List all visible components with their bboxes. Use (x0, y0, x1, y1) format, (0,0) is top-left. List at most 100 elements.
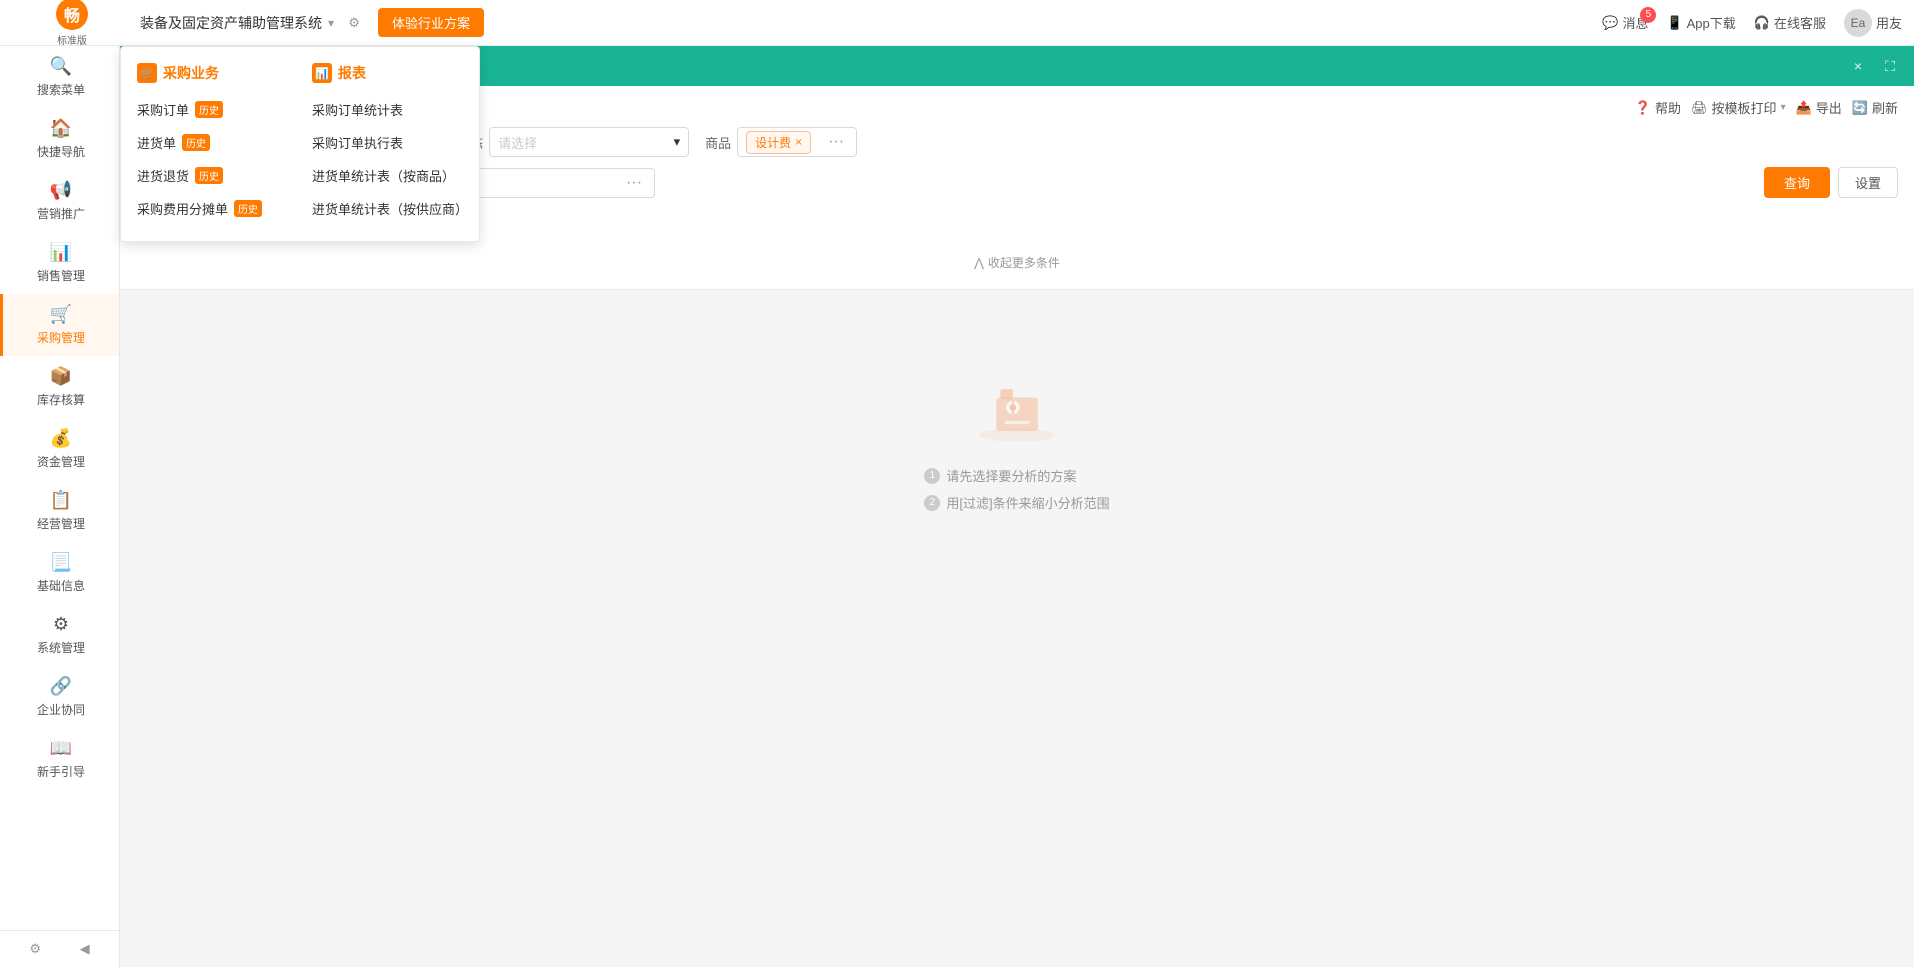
purchase-order-history-badge: 历史 (195, 101, 223, 118)
message-btn[interactable]: 💬 消息 5 (1602, 13, 1648, 32)
empty-state: 1 请先选择要分析的方案 2 用[过滤]条件来缩小分析范围 (120, 290, 1914, 592)
refresh-icon: 🔄 (1852, 100, 1868, 116)
export-btn[interactable]: 📤 导出 (1796, 98, 1842, 117)
sidebar-item-enterprise[interactable]: 🔗 企业协同 (0, 666, 119, 728)
salesperson-select[interactable]: ··· (455, 168, 655, 198)
empty-hints: 1 请先选择要分析的方案 2 用[过滤]条件来缩小分析范围 (924, 466, 1109, 512)
report-icon: 📊 (312, 63, 332, 83)
sidebar-footer-settings-icon[interactable]: ⚙ (29, 941, 41, 957)
sidebar-item-sales[interactable]: 📊 销售管理 (0, 232, 119, 294)
purchase-inbound-history-badge: 历史 (182, 134, 210, 151)
sidebar-item-quick-nav[interactable]: 🏠 快捷导航 (0, 108, 119, 170)
purchase-expense-item[interactable]: 采购费用分摊单 历史 (137, 192, 288, 225)
goods-tag: 设计费 × (746, 131, 811, 154)
tab-bar-actions: × ⛶ (1846, 54, 1914, 78)
system-name-arrow-icon[interactable]: ▾ (328, 16, 334, 30)
operations-icon: 📋 (50, 490, 72, 511)
sidebar-item-basic-info-label: 基础信息 (37, 577, 85, 594)
collapse-btn[interactable]: ⋀ 收起更多条件 (136, 248, 1898, 277)
goods-select[interactable]: 设计费 × ··· (737, 127, 857, 157)
industry-btn[interactable]: 体验行业方案 (378, 8, 484, 37)
logo-subtext: 标准版 (57, 32, 87, 47)
purchase-expense-history-badge: 历史 (234, 200, 262, 217)
sidebar-item-operations[interactable]: 📋 经营管理 (0, 480, 119, 542)
report-purchase-order-exec-item[interactable]: 采购订单执行表 (312, 126, 463, 159)
sidebar-item-inventory[interactable]: 📦 库存核算 (0, 356, 119, 418)
purchase-inbound-item[interactable]: 进货单 历史 (137, 126, 288, 159)
sidebar: 🔍 搜索菜单 🏠 快捷导航 📢 营销推广 📊 销售管理 🛒 采购管理 📦 库存核… (0, 46, 120, 967)
print-btn[interactable]: 🖨 按模板打印 ▾ (1691, 98, 1786, 117)
sidebar-item-purchase[interactable]: 🛒 采购管理 (0, 294, 119, 356)
system-icon: ⚙ (53, 614, 69, 635)
sidebar-item-enterprise-label: 企业协同 (37, 701, 85, 718)
toolbar-actions: ❓ 帮助 🖨 按模板打印 ▾ 📤 导出 🔄 (1635, 98, 1898, 117)
sidebar-item-finance[interactable]: 💰 资金管理 (0, 418, 119, 480)
collapse-up-icon: ⋀ (974, 256, 984, 270)
refresh-btn[interactable]: 🔄 刷新 (1852, 98, 1898, 117)
report-inbound-by-goods-item[interactable]: 进货单统计表（按商品） (312, 159, 463, 192)
doc-status-select[interactable]: 请选择 ▾ (489, 127, 689, 157)
goods-label: 商品 (705, 133, 731, 152)
report-header: 📊 报表 (312, 63, 463, 83)
logo-area: 畅 标准版 (12, 0, 132, 47)
sidebar-item-marketing-label: 营销推广 (37, 205, 85, 222)
empty-illustration (967, 370, 1067, 450)
tab-fullscreen-btn[interactable]: ⛶ (1878, 54, 1902, 78)
app-download-btn[interactable]: 📱 App下载 (1666, 13, 1735, 32)
finance-icon: 💰 (50, 428, 72, 449)
message-icon: 💬 (1602, 15, 1618, 31)
purchase-return-item[interactable]: 进货退货 历史 (137, 159, 288, 192)
basic-info-icon: 📃 (50, 552, 72, 573)
headset-icon: 🎧 (1754, 15, 1770, 31)
top-header: 畅 标准版 装备及固定资产辅助管理系统 ▾ ⚙ 体验行业方案 💬 消息 5 📱 … (0, 0, 1914, 46)
online-service-btn[interactable]: 🎧 在线客服 (1754, 13, 1826, 32)
sidebar-item-finance-label: 资金管理 (37, 453, 85, 470)
purchase-icon: 🛒 (50, 304, 72, 325)
report-purchase-order-stat-item[interactable]: 采购订单统计表 (312, 93, 463, 126)
filter-collapse-row: ⋀ 收起更多条件 (136, 248, 1898, 277)
hint-num-1: 1 (924, 468, 940, 484)
settings-button[interactable]: 设置 (1838, 167, 1898, 198)
header-gear-icon[interactable]: ⚙ (342, 11, 366, 35)
sidebar-item-marketing[interactable]: 📢 营销推广 (0, 170, 119, 232)
user-profile-btn[interactable]: Ea 用友 (1844, 9, 1902, 37)
system-name-text: 装备及固定资产辅助管理系统 (140, 13, 322, 33)
salesperson-more-icon[interactable]: ··· (622, 174, 646, 192)
sidebar-item-basic-info[interactable]: 📃 基础信息 (0, 542, 119, 604)
sidebar-item-inventory-label: 库存核算 (37, 391, 85, 408)
help-btn[interactable]: ❓ 帮助 (1635, 98, 1681, 117)
sidebar-item-search[interactable]: 🔍 搜索菜单 (0, 46, 119, 108)
query-button[interactable]: 查询 (1764, 167, 1830, 198)
report-column: 📊 报表 采购订单统计表 采购订单执行表 进货单统计表（按商品） 进货单统计表（… (312, 63, 463, 225)
sidebar-item-system-label: 系统管理 (37, 639, 85, 656)
sidebar-item-operations-label: 经营管理 (37, 515, 85, 532)
sidebar-footer: ⚙ ◀ (0, 930, 119, 967)
sidebar-item-search-label: 搜索菜单 (37, 81, 85, 98)
search-icon: 🔍 (50, 56, 72, 77)
empty-hint-2: 2 用[过滤]条件来缩小分析范围 (924, 493, 1109, 512)
sidebar-item-quick-nav-label: 快捷导航 (37, 143, 85, 160)
goods-tag-close-icon[interactable]: × (795, 135, 802, 149)
goods-filter-item: 商品 设计费 × ··· (705, 127, 857, 157)
goods-more-icon[interactable]: ··· (824, 133, 848, 151)
purchase-dropdown-menu: 🛒 采购业务 采购订单 历史 进货单 历史 进货退货 历史 采购费用分摊单 历史… (120, 46, 480, 242)
enterprise-icon: 🔗 (50, 676, 72, 697)
hint-num-2: 2 (924, 495, 940, 511)
system-name-area: 装备及固定资产辅助管理系统 ▾ (140, 13, 334, 33)
tab-close-all-btn[interactable]: × (1846, 54, 1870, 78)
sidebar-item-guide[interactable]: 📖 新手引导 (0, 728, 119, 790)
inventory-icon: 📦 (50, 366, 72, 387)
avatar: Ea (1844, 9, 1872, 37)
print-dropdown-icon[interactable]: ▾ (1781, 102, 1786, 113)
report-inbound-by-supplier-item[interactable]: 进货单统计表（按供应商） (312, 192, 463, 225)
sidebar-item-system[interactable]: ⚙ 系统管理 (0, 604, 119, 666)
sidebar-item-purchase-label: 采购管理 (37, 329, 85, 346)
purchase-order-item[interactable]: 采购订单 历史 (137, 93, 288, 126)
home-icon: 🏠 (50, 118, 72, 139)
help-icon: ❓ (1635, 100, 1651, 116)
logo-icon: 畅 (56, 0, 88, 30)
export-icon: 📤 (1796, 100, 1812, 116)
sidebar-footer-collapse-icon[interactable]: ◀ (80, 941, 90, 957)
doc-status-dropdown-icon: ▾ (674, 134, 681, 150)
action-buttons: 查询 设置 (1764, 167, 1898, 198)
